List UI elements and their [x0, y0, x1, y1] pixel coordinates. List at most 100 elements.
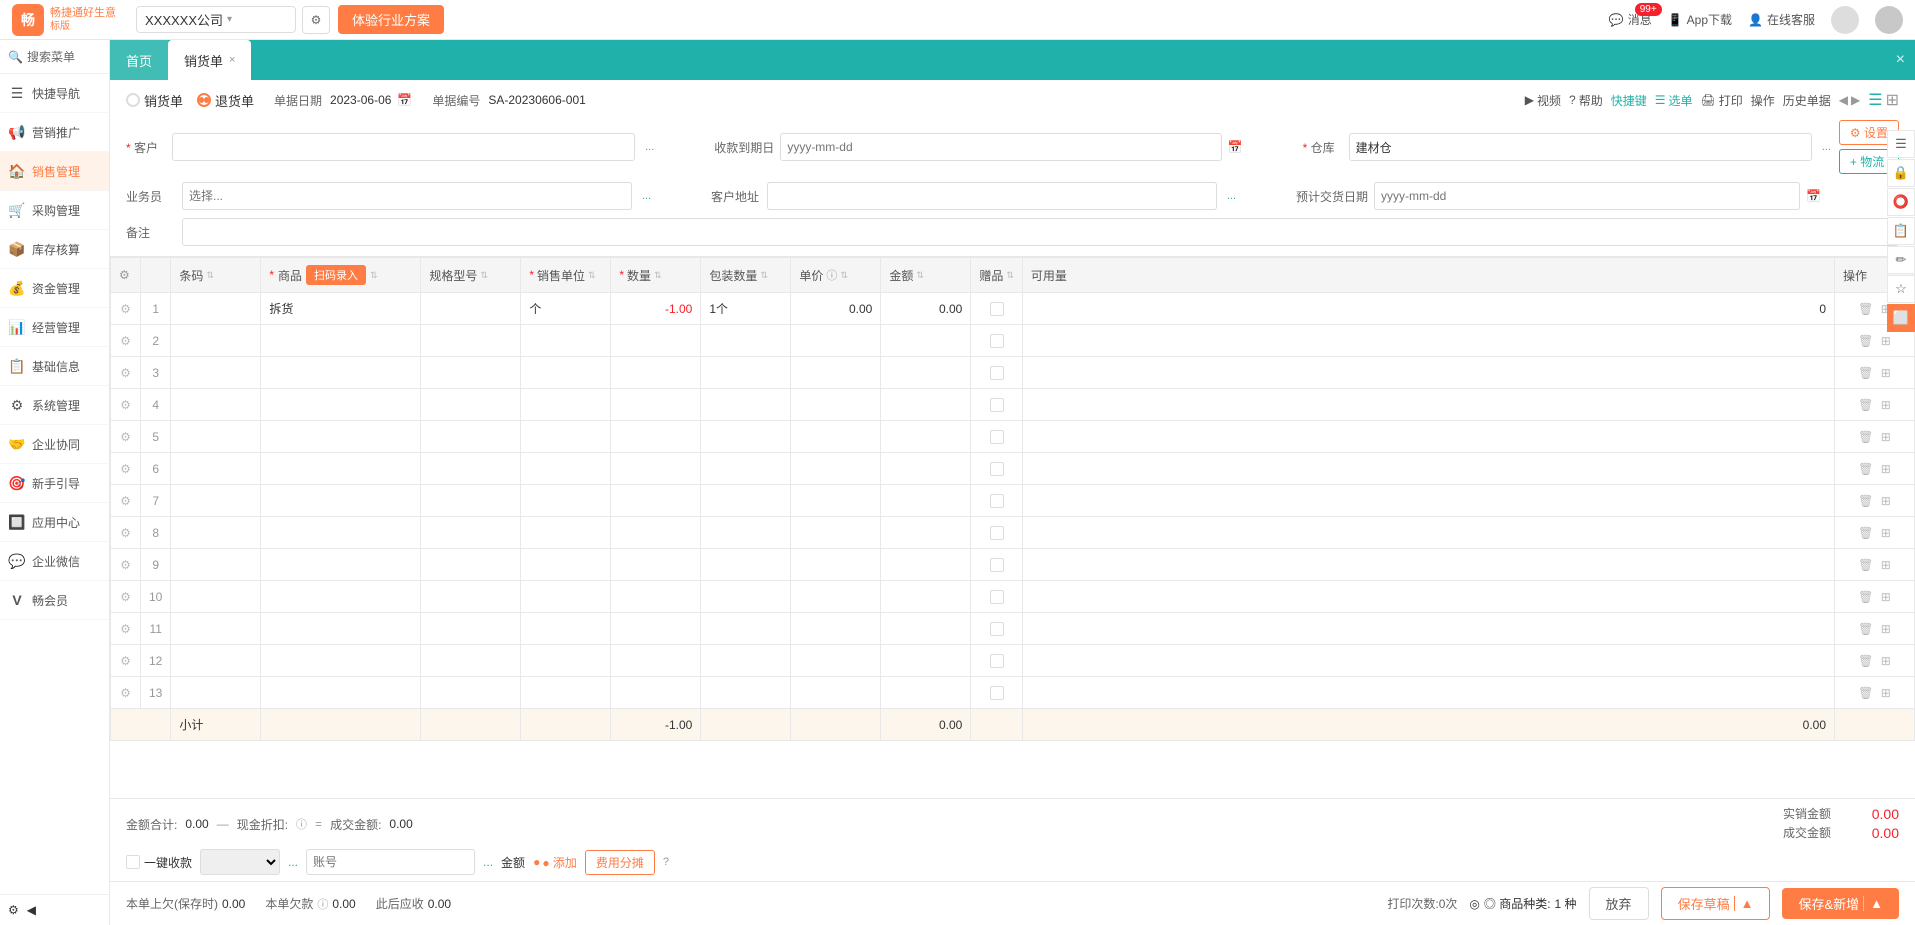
row-pkgqty[interactable] — [701, 645, 791, 677]
row-price[interactable] — [791, 389, 881, 421]
sidebar-item-app-center[interactable]: 🔲 应用中心 — [0, 503, 109, 542]
row-price[interactable] — [791, 581, 881, 613]
row-gift[interactable] — [971, 517, 1023, 549]
trial-button[interactable]: 体验行业方案 — [338, 5, 444, 34]
row-price[interactable] — [791, 645, 881, 677]
tab-close-icon[interactable]: × — [229, 54, 235, 66]
row-amount[interactable]: 0.00 — [881, 293, 971, 325]
row-amount[interactable] — [881, 677, 971, 709]
row-qty[interactable] — [611, 485, 701, 517]
row-unit[interactable] — [521, 613, 611, 645]
row-amount[interactable] — [881, 421, 971, 453]
row-gift[interactable] — [971, 581, 1023, 613]
row-spec[interactable] — [421, 453, 521, 485]
row-spec[interactable] — [421, 389, 521, 421]
prev-record-icon[interactable]: ◀ — [1839, 93, 1848, 107]
row-price[interactable] — [791, 453, 881, 485]
sidebar-item-member[interactable]: V 畅会员 — [0, 581, 109, 620]
pkgqty-sort-icon[interactable]: ⇅ — [760, 270, 768, 281]
sidebar-item-operations[interactable]: 📊 经营管理 — [0, 308, 109, 347]
copy-icon[interactable]: ⊞ — [1881, 462, 1891, 476]
float-btn-7[interactable]: ⬜ — [1887, 304, 1915, 332]
radio-return-order[interactable]: 退货单 — [197, 91, 254, 110]
row-barcode[interactable] — [171, 549, 261, 581]
row-unit[interactable] — [521, 453, 611, 485]
row-gift[interactable] — [971, 677, 1023, 709]
row-barcode[interactable] — [171, 389, 261, 421]
copy-icon[interactable]: ⊞ — [1881, 494, 1891, 508]
row-barcode[interactable] — [171, 421, 261, 453]
row-gift[interactable] — [971, 293, 1023, 325]
row-gift[interactable] — [971, 453, 1023, 485]
qty-sort-icon[interactable]: ⇅ — [654, 270, 662, 281]
customer-input[interactable] — [172, 133, 635, 161]
row-barcode[interactable] — [171, 613, 261, 645]
row-product[interactable] — [261, 389, 421, 421]
delete-icon[interactable]: 🗑 — [1858, 654, 1873, 668]
row-pkgqty[interactable] — [701, 549, 791, 581]
row-price[interactable]: 0.00 — [791, 293, 881, 325]
row-price[interactable] — [791, 613, 881, 645]
app-download-button[interactable]: 📱 App下载 — [1668, 11, 1732, 28]
sidebar-item-wechat[interactable]: 💬 企业微信 — [0, 542, 109, 581]
product-sort-icon[interactable]: ⇅ — [370, 270, 378, 281]
message-button[interactable]: 💬 消息 99+ — [1609, 11, 1652, 28]
delete-icon[interactable]: 🗑 — [1858, 494, 1873, 508]
row-pkgqty[interactable] — [701, 485, 791, 517]
sidebar-item-finance[interactable]: 💰 资金管理 — [0, 269, 109, 308]
row-amount[interactable] — [881, 613, 971, 645]
account-input[interactable] — [306, 849, 475, 875]
sidebar-item-purchase[interactable]: 🛒 采购管理 — [0, 191, 109, 230]
delete-icon[interactable]: 🗑 — [1858, 558, 1873, 572]
col-setting-header[interactable]: ⚙ — [111, 258, 141, 293]
row-qty[interactable] — [611, 357, 701, 389]
delete-icon[interactable]: 🗑 — [1858, 398, 1873, 412]
row-unit[interactable] — [521, 421, 611, 453]
row-pkgqty[interactable] — [701, 453, 791, 485]
row-spec[interactable] — [421, 485, 521, 517]
row-gift[interactable] — [971, 549, 1023, 581]
sidebar-search[interactable]: 🔍 搜索菜单 — [0, 40, 109, 74]
save-new-button[interactable]: 保存&新增 ▲ — [1782, 888, 1899, 919]
copy-icon[interactable]: ⊞ — [1881, 590, 1891, 604]
payment-ellipsis[interactable]: ... — [288, 855, 298, 869]
calendar-icon[interactable]: 📅 — [397, 93, 412, 107]
row-amount[interactable] — [881, 581, 971, 613]
row-pkgqty[interactable] — [701, 357, 791, 389]
row-barcode[interactable] — [171, 485, 261, 517]
row-qty[interactable] — [611, 517, 701, 549]
row-unit[interactable] — [521, 549, 611, 581]
row-pkgqty[interactable] — [701, 613, 791, 645]
delete-icon[interactable]: 🗑 — [1858, 686, 1873, 700]
row-unit[interactable] — [521, 325, 611, 357]
save-draft-arrow[interactable]: ▲ — [1734, 896, 1754, 911]
row-spec[interactable] — [421, 645, 521, 677]
float-btn-6[interactable]: ☆ — [1887, 275, 1915, 303]
row-product[interactable] — [261, 677, 421, 709]
row-spec[interactable] — [421, 421, 521, 453]
spec-sort-icon[interactable]: ⇅ — [480, 270, 488, 281]
row-amount[interactable] — [881, 325, 971, 357]
close-all-tabs-icon[interactable]: × — [1896, 51, 1905, 68]
salesman-input[interactable] — [182, 182, 632, 210]
row-product[interactable] — [261, 325, 421, 357]
print-btn[interactable]: 🖨 打印 — [1701, 92, 1743, 109]
next-record-icon[interactable]: ▶ — [1851, 93, 1860, 107]
row-product[interactable] — [261, 517, 421, 549]
row-product[interactable] — [261, 485, 421, 517]
sidebar-item-guide[interactable]: 🎯 新手引导 — [0, 464, 109, 503]
remark-input[interactable] — [182, 218, 1899, 246]
add-payment-button[interactable]: ● ● 添加 — [533, 854, 577, 871]
row-product[interactable] — [261, 613, 421, 645]
settings-icon[interactable]: ⚙ — [302, 6, 330, 34]
row-amount[interactable] — [881, 453, 971, 485]
delete-icon[interactable]: 🗑 — [1858, 590, 1873, 604]
row-pkgqty[interactable] — [701, 325, 791, 357]
row-qty[interactable] — [611, 677, 701, 709]
delete-icon[interactable]: 🗑 — [1858, 462, 1873, 476]
sidebar-item-marketing[interactable]: 📢 营销推广 — [0, 113, 109, 152]
row-barcode[interactable] — [171, 357, 261, 389]
row-amount[interactable] — [881, 517, 971, 549]
payment-method-select[interactable] — [200, 849, 280, 875]
row-unit[interactable] — [521, 581, 611, 613]
